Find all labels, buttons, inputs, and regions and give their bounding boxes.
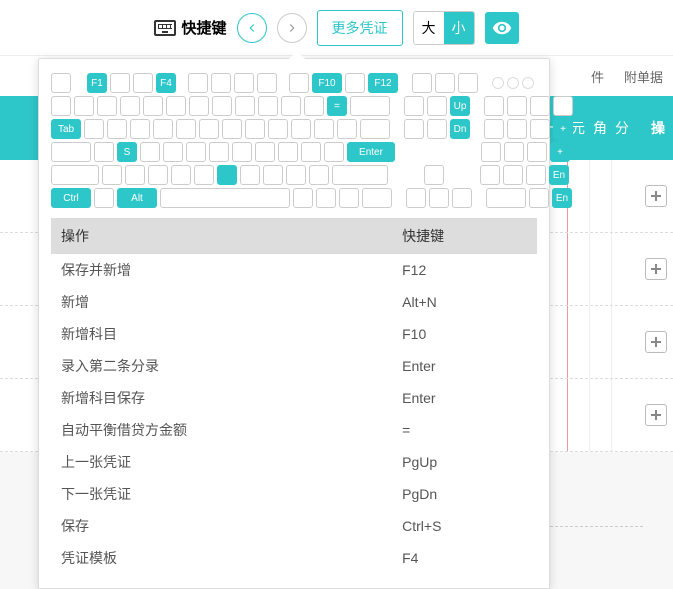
digit-col-label: 角 — [589, 118, 611, 138]
eye-icon — [492, 18, 512, 38]
arrow-right-icon — [285, 21, 299, 35]
shortcut-key: PgDn — [392, 478, 537, 510]
key-s: S — [117, 142, 137, 162]
operation-col-label: 操 — [643, 104, 673, 152]
shortcut-action: 下一张凭证 — [51, 478, 392, 510]
plus-box-icon — [650, 409, 662, 421]
shortcut-key: F12 — [392, 254, 537, 286]
shortcut-key: = — [392, 414, 537, 446]
shortcut-row: 凭证模板F4 — [51, 542, 537, 574]
top-toolbar: 快捷键 更多凭证 大 小 — [0, 0, 673, 56]
shortcut-action: 自动平衡借贷方金额 — [51, 414, 392, 446]
plus-box-icon — [650, 263, 662, 275]
next-button[interactable] — [277, 13, 307, 43]
shortcut-row: 新增科目F10 — [51, 318, 537, 350]
col-action: 操作 — [51, 218, 392, 254]
attachment-count-label: 件 — [591, 67, 604, 86]
size-large-button[interactable]: 大 — [414, 12, 444, 44]
key-plus2: + — [550, 142, 570, 162]
col-key: 快捷键 — [392, 218, 537, 254]
key-enter: Enter — [347, 142, 395, 162]
shortcut-row: 保存Ctrl+S — [51, 510, 537, 542]
shortcut-row: 上一张凭证PgUp — [51, 446, 537, 478]
shortcut-row: 下一张凭证PgDn — [51, 478, 537, 510]
shortcut-key: F10 — [392, 318, 537, 350]
shortcut-key: Enter — [392, 350, 537, 382]
key-dn: Dn — [450, 119, 470, 139]
shortcut-action: 凭证模板 — [51, 542, 392, 574]
key-en2: En — [552, 188, 572, 208]
key-f4: F4 — [156, 73, 176, 93]
shortcut-key: F4 — [392, 542, 537, 574]
key-en: En — [549, 165, 569, 185]
key-f12: F12 — [368, 73, 398, 93]
attach-docs-label[interactable]: 附单据 — [624, 67, 663, 86]
shortcut-action: 新增科目保存 — [51, 382, 392, 414]
shortcut-action: 新增 — [51, 286, 392, 318]
prev-button[interactable] — [237, 13, 267, 43]
arrow-left-icon — [245, 21, 259, 35]
shortcut-table: 操作 快捷键 保存并新增F12新增Alt+N新增科目F10录入第二条分录Ente… — [51, 218, 537, 574]
shortcut-row: 录入第二条分录Enter — [51, 350, 537, 382]
key-n — [217, 165, 237, 185]
view-button[interactable] — [485, 12, 519, 44]
shortcut-popover: F1 F4 F10 F12 = Up Tab — [38, 58, 550, 589]
keyboard-diagram: F1 F4 F10 F12 = Up Tab — [51, 73, 537, 208]
keyboard-icon — [154, 20, 176, 36]
shortcut-row: 保存并新增F12 — [51, 254, 537, 286]
shortcut-row: 新增科目保存Enter — [51, 382, 537, 414]
size-toggle-group: 大 小 — [413, 11, 475, 45]
add-row-button[interactable] — [645, 331, 667, 353]
key-plus: + — [553, 119, 573, 139]
shortcut-keys-label: 快捷键 — [181, 17, 226, 38]
shortcut-key: PgUp — [392, 446, 537, 478]
add-row-button[interactable] — [645, 185, 667, 207]
shortcut-action: 录入第二条分录 — [51, 350, 392, 382]
plus-box-icon — [650, 190, 662, 202]
key-alt: Alt — [117, 188, 157, 208]
key-ctrl: Ctrl — [51, 188, 91, 208]
shortcut-action: 新增科目 — [51, 318, 392, 350]
plus-box-icon — [650, 336, 662, 348]
add-row-button[interactable] — [645, 258, 667, 280]
size-small-button[interactable]: 小 — [444, 12, 474, 44]
shortcut-keys-button[interactable]: 快捷键 — [154, 17, 226, 38]
key-up: Up — [450, 96, 470, 116]
shortcut-key: Alt+N — [392, 286, 537, 318]
shortcut-action: 上一张凭证 — [51, 446, 392, 478]
shortcut-key: Enter — [392, 382, 537, 414]
key-equals: = — [327, 96, 347, 116]
shortcut-action: 保存 — [51, 510, 392, 542]
shortcut-key: Ctrl+S — [392, 510, 537, 542]
key-f10: F10 — [312, 73, 342, 93]
add-row-button[interactable] — [645, 404, 667, 426]
key-f1: F1 — [87, 73, 107, 93]
shortcut-action: 保存并新增 — [51, 254, 392, 286]
key-tab: Tab — [51, 119, 81, 139]
shortcut-row: 自动平衡借贷方金额= — [51, 414, 537, 446]
shortcut-row: 新增Alt+N — [51, 286, 537, 318]
digit-col-label: 分 — [611, 118, 633, 138]
more-vouchers-button[interactable]: 更多凭证 — [317, 10, 403, 46]
